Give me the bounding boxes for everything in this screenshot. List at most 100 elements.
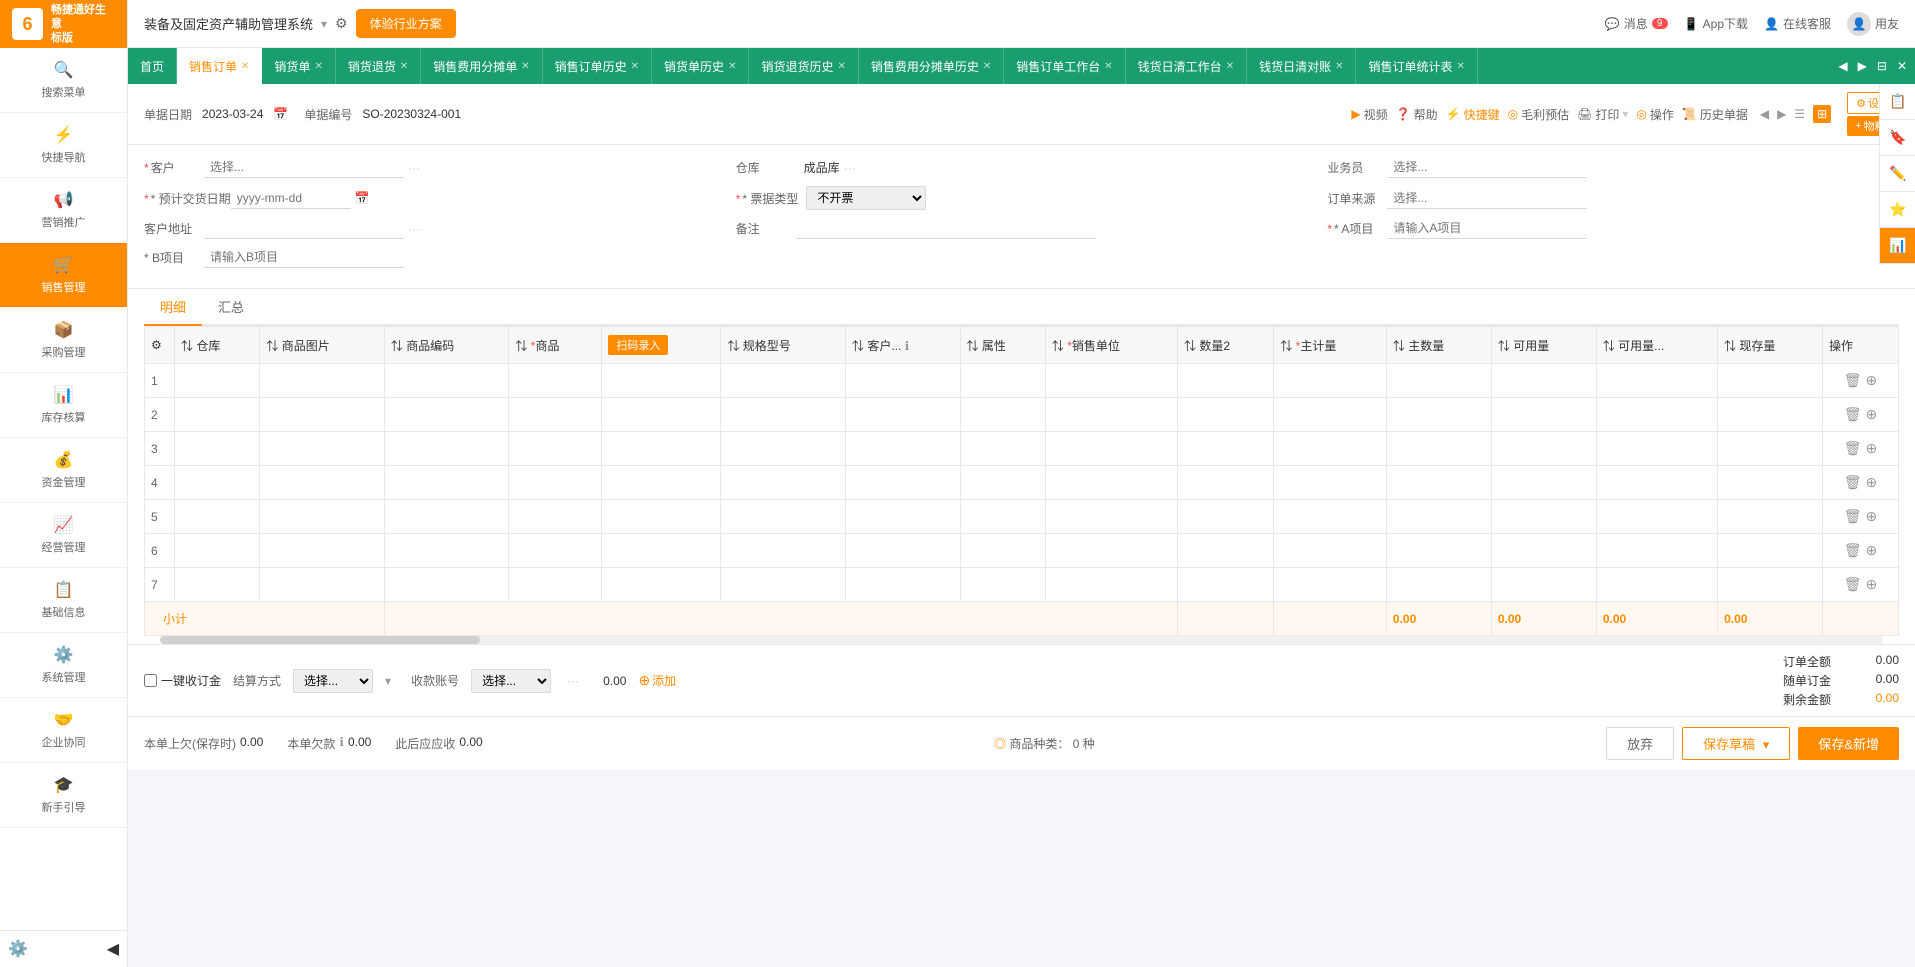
tab-sales-order-history[interactable]: 销售订单历史 ✕ (543, 48, 652, 84)
shortcut-btn[interactable]: ⚡ 快捷键 (1446, 106, 1500, 123)
app-download-button[interactable]: 📱 App下载 (1684, 15, 1748, 32)
settings-gear-icon[interactable]: ⚙ (335, 15, 348, 32)
receipt-dots-icon[interactable]: ··· (563, 674, 583, 688)
help-btn[interactable]: ❓ 帮助 (1396, 106, 1438, 123)
delete-row-icon[interactable]: 🗑 (1844, 542, 1862, 559)
tab-close-icon[interactable]: ✕ (983, 61, 991, 72)
customer-input[interactable] (204, 157, 404, 178)
tab-summary[interactable]: 汇总 (202, 289, 260, 326)
order-source-input[interactable] (1387, 188, 1587, 209)
scan-button[interactable]: 扫码录入 (608, 335, 668, 355)
right-panel-edit-btn[interactable]: ✏️ (1880, 156, 1915, 192)
calendar-icon[interactable]: 📅 (273, 107, 288, 121)
history-btn[interactable]: 📜 历史单据 (1682, 106, 1748, 123)
tab-return-history[interactable]: 销货退货历史 ✕ (749, 48, 858, 84)
address-dots-icon[interactable]: ··· (404, 222, 424, 236)
tab-close-icon[interactable]: ✕ (837, 61, 845, 72)
horizontal-scrollbar[interactable] (160, 636, 1883, 644)
profit-estimate-btn[interactable]: ◎ 毛利预估 (1508, 106, 1570, 123)
sidebar-item-operations[interactable]: 📈 经营管理 (0, 503, 127, 568)
tab-close-icon[interactable]: ✕ (400, 61, 408, 72)
sidebar-item-guide[interactable]: 🎓 新手引导 (0, 763, 127, 828)
user-button[interactable]: 👤 用友 (1847, 12, 1899, 36)
add-button[interactable]: ⊕ 添加 (638, 672, 676, 689)
sidebar-item-sales[interactable]: 🛒 销售管理 (0, 243, 127, 308)
settings-icon[interactable]: ⚙️ (8, 939, 28, 959)
delete-row-icon[interactable]: 🗑 (1844, 508, 1862, 525)
delete-row-icon[interactable]: 🗑 (1844, 406, 1862, 423)
copy-row-icon[interactable]: ⊕ (1866, 576, 1878, 593)
sidebar-item-purchase[interactable]: 📦 采购管理 (0, 308, 127, 373)
copy-row-icon[interactable]: ⊕ (1866, 542, 1878, 559)
delete-row-icon[interactable]: 🗑 (1844, 576, 1862, 593)
customer-address-input[interactable] (204, 218, 404, 239)
tab-prev-icon[interactable]: ◀ (1834, 57, 1851, 75)
delete-row-icon[interactable]: 🗑 (1844, 372, 1862, 389)
copy-row-icon[interactable]: ⊕ (1866, 508, 1878, 525)
calendar-icon-2[interactable]: 📅 (355, 191, 370, 205)
sidebar-item-basic-info[interactable]: 📋 基础信息 (0, 568, 127, 633)
delete-row-icon[interactable]: 🗑 (1844, 474, 1862, 491)
customer-dots-icon[interactable]: ··· (404, 161, 424, 175)
receipt-account-select[interactable]: 选择... (471, 669, 551, 693)
tab-sales-expense[interactable]: 销售费用分摊单 ✕ (421, 48, 542, 84)
tab-daily-clear-workbench[interactable]: 钱货日清工作台 ✕ (1126, 48, 1247, 84)
b-project-input[interactable] (204, 247, 404, 268)
tab-close-icon[interactable]: ✕ (1335, 61, 1343, 72)
delete-row-icon[interactable]: 🗑 (1844, 440, 1862, 457)
print-btn[interactable]: 🖨 打印 ▾ (1577, 106, 1628, 123)
tab-close-icon[interactable]: ✕ (241, 61, 249, 72)
tab-sales-statistics[interactable]: 销售订单统计表 ✕ (1356, 48, 1477, 84)
tab-expense-history[interactable]: 销售费用分摊单历史 ✕ (859, 48, 1004, 84)
sidebar-item-inventory[interactable]: 📊 库存核算 (0, 373, 127, 438)
operation-btn[interactable]: ◎ 操作 (1636, 106, 1674, 123)
solution-button[interactable]: 体验行业方案 (356, 9, 456, 38)
tab-menu-icon[interactable]: ⊟ (1873, 57, 1891, 75)
sidebar-item-nav[interactable]: ⚡ 快捷导航 (0, 113, 127, 178)
right-panel-star-btn[interactable]: ⭐ (1880, 192, 1915, 228)
tab-sales-order[interactable]: 销售订单 ✕ (177, 48, 262, 84)
save-draft-button[interactable]: 保存草稿 ▾ (1682, 727, 1790, 760)
invoice-type-select[interactable]: 不开票 (806, 186, 926, 210)
salesperson-input[interactable] (1387, 157, 1587, 178)
remarks-input[interactable] (796, 218, 1096, 239)
tab-close-icon[interactable]: ✕ (314, 61, 322, 72)
tab-sales-invoice[interactable]: 销货单 ✕ (262, 48, 335, 84)
tab-detail[interactable]: 明细 (144, 289, 202, 326)
discard-button[interactable]: 放弃 (1606, 727, 1674, 760)
form-nav-prev-icon[interactable]: ◀ (1760, 107, 1769, 121)
copy-row-icon[interactable]: ⊕ (1866, 440, 1878, 457)
sidebar-item-marketing[interactable]: 📢 营销推广 (0, 178, 127, 243)
sidebar-item-system[interactable]: ⚙️ 系统管理 (0, 633, 127, 698)
tab-order-workbench[interactable]: 销售订单工作台 ✕ (1004, 48, 1125, 84)
save-new-button[interactable]: 保存&新增 (1798, 727, 1899, 760)
collapse-icon[interactable]: ◀ (107, 939, 119, 959)
message-button[interactable]: 💬 消息 9 (1605, 15, 1668, 32)
tab-close-all-icon[interactable]: ✕ (1893, 57, 1911, 75)
a-project-input[interactable] (1387, 218, 1587, 239)
dropdown-arrow-icon[interactable]: ▾ (321, 17, 327, 31)
copy-row-icon[interactable]: ⊕ (1866, 406, 1878, 423)
one-click-checkout-checkbox[interactable]: 一键收订金 (144, 672, 221, 689)
copy-row-icon[interactable]: ⊕ (1866, 474, 1878, 491)
tab-close-icon[interactable]: ✕ (1104, 61, 1112, 72)
right-panel-notes-btn[interactable]: 📋 (1880, 84, 1915, 120)
tab-close-icon[interactable]: ✕ (631, 61, 639, 72)
right-panel-bookmark-btn[interactable]: 🔖 (1880, 120, 1915, 156)
tab-home[interactable]: 首页 (128, 48, 177, 84)
tab-close-icon[interactable]: ✕ (728, 61, 736, 72)
one-click-checkbox-input[interactable] (144, 674, 157, 687)
sidebar-item-search[interactable]: 🔍 搜索菜单 (0, 48, 127, 113)
warehouse-dots-icon[interactable]: ··· (840, 161, 860, 175)
form-expand-icon[interactable]: ⊞ (1813, 105, 1831, 123)
payment-method-select[interactable]: 选择... (293, 669, 373, 693)
sidebar-item-enterprise[interactable]: 🤝 企业协同 (0, 698, 127, 763)
tab-close-icon[interactable]: ✕ (1457, 61, 1465, 72)
tab-close-icon[interactable]: ✕ (1226, 61, 1234, 72)
sidebar-item-finance[interactable]: 💰 资金管理 (0, 438, 127, 503)
tab-invoice-history[interactable]: 销货单历史 ✕ (652, 48, 749, 84)
tab-close-icon[interactable]: ✕ (521, 61, 529, 72)
delivery-date-input[interactable] (231, 188, 351, 209)
tab-next-icon[interactable]: ▶ (1854, 57, 1871, 75)
form-nav-next-icon[interactable]: ▶ (1777, 107, 1786, 121)
